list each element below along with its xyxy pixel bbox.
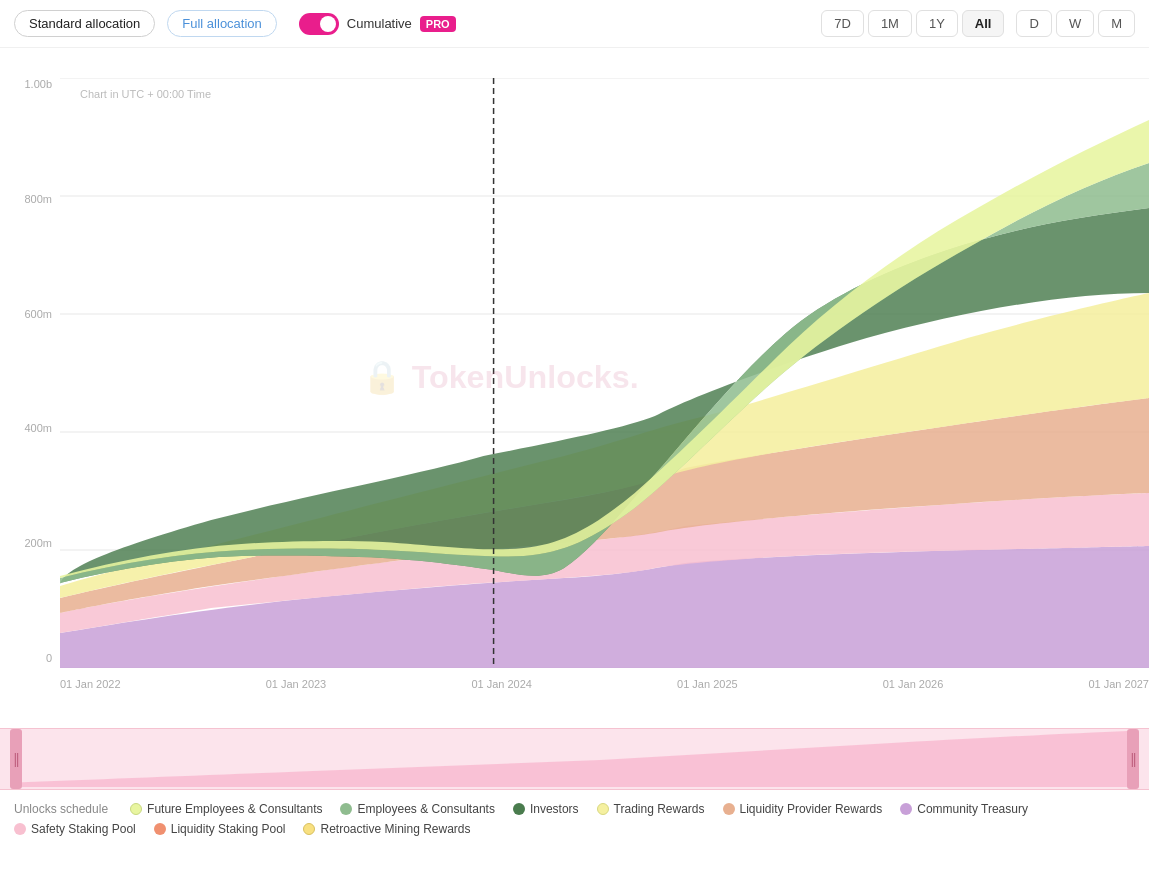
time-btn-all[interactable]: All [962,10,1005,37]
tab-standard[interactable]: Standard allocation [14,10,155,37]
legend-dot-trading [597,803,609,815]
legend-item-liquidity-provider: Liquidity Provider Rewards [723,802,883,816]
legend-dot-retroactive [303,823,315,835]
legend-area: Unlocks schedule Future Employees & Cons… [0,790,1149,844]
legend-item-investors: Investors [513,802,579,816]
x-label-2027: 01 Jan 2027 [1088,678,1149,690]
x-axis: 01 Jan 2022 01 Jan 2023 01 Jan 2024 01 J… [60,678,1149,708]
y-label-1b: 1.00b [0,78,60,90]
y-label-400m: 400m [0,422,60,434]
x-label-2024: 01 Jan 2024 [471,678,532,690]
x-label-2022: 01 Jan 2022 [60,678,121,690]
chart-svg-element: Today 🔒 TokenUnlocks. [60,78,1149,668]
legend-dot-community [900,803,912,815]
legend-title: Unlocks schedule [14,802,108,816]
legend-item-trading: Trading Rewards [597,802,705,816]
tab-full[interactable]: Full allocation [167,10,277,37]
x-label-2026: 01 Jan 2026 [883,678,944,690]
x-label-2023: 01 Jan 2023 [266,678,327,690]
chart-inner: 0 200m 400m 600m 800m 1.00b Chart in UTC… [0,58,1149,708]
time-btn-7d[interactable]: 7D [821,10,864,37]
legend-label-community: Community Treasury [917,802,1028,816]
pro-badge: PRO [420,16,456,32]
y-axis: 0 200m 400m 600m 800m 1.00b [0,78,60,668]
cumulative-toggle[interactable] [299,13,339,35]
right-controls: 7D 1M 1Y All D W M [821,10,1135,37]
legend-item-liquidity-staking: Liquidity Staking Pool [154,822,286,836]
time-btn-1y[interactable]: 1Y [916,10,958,37]
legend-item-retroactive: Retroactive Mining Rewards [303,822,470,836]
legend-item-safety: Safety Staking Pool [14,822,136,836]
legend-label-liquidity-provider: Liquidity Provider Rewards [740,802,883,816]
y-label-600m: 600m [0,308,60,320]
y-label-200m: 200m [0,537,60,549]
legend-label-liquidity-staking: Liquidity Staking Pool [171,822,286,836]
interval-btn-m[interactable]: M [1098,10,1135,37]
range-mini-chart [0,729,1149,789]
y-label-0: 0 [0,652,60,664]
legend-dot-liquidity-provider [723,803,735,815]
range-handle-left[interactable]: ‖ [10,729,22,789]
chart-area: 0 200m 400m 600m 800m 1.00b Chart in UTC… [0,48,1149,728]
legend-label-employees: Employees & Consultants [357,802,494,816]
range-track [0,729,1149,789]
legend-label-investors: Investors [530,802,579,816]
legend-dot-investors [513,803,525,815]
legend-label-future-employees: Future Employees & Consultants [147,802,322,816]
y-label-800m: 800m [0,193,60,205]
interval-btn-w[interactable]: W [1056,10,1094,37]
legend-dot-future-employees [130,803,142,815]
legend-item-employees: Employees & Consultants [340,802,494,816]
time-btn-1m[interactable]: 1M [868,10,912,37]
legend-dot-employees [340,803,352,815]
legend-label-safety: Safety Staking Pool [31,822,136,836]
cumulative-label: Cumulative [347,16,412,31]
range-handle-right[interactable]: ‖ [1127,729,1139,789]
interval-btn-d[interactable]: D [1016,10,1051,37]
legend-label-retroactive: Retroactive Mining Rewards [320,822,470,836]
legend-label-trading: Trading Rewards [614,802,705,816]
toggle-thumb [320,16,336,32]
cumulative-toggle-wrap: Cumulative PRO [299,13,456,35]
legend-dot-liquidity-staking [154,823,166,835]
x-label-2025: 01 Jan 2025 [677,678,738,690]
watermark: 🔒 TokenUnlocks. [363,358,639,396]
top-bar: Standard allocation Full allocation Cumu… [0,0,1149,48]
chart-svg: Today 🔒 TokenUnlocks. [60,78,1149,668]
range-area[interactable]: ‖ ‖ [0,728,1149,790]
legend-item-future-employees: Future Employees & Consultants [130,802,322,816]
legend-item-community: Community Treasury [900,802,1028,816]
legend-dot-safety [14,823,26,835]
